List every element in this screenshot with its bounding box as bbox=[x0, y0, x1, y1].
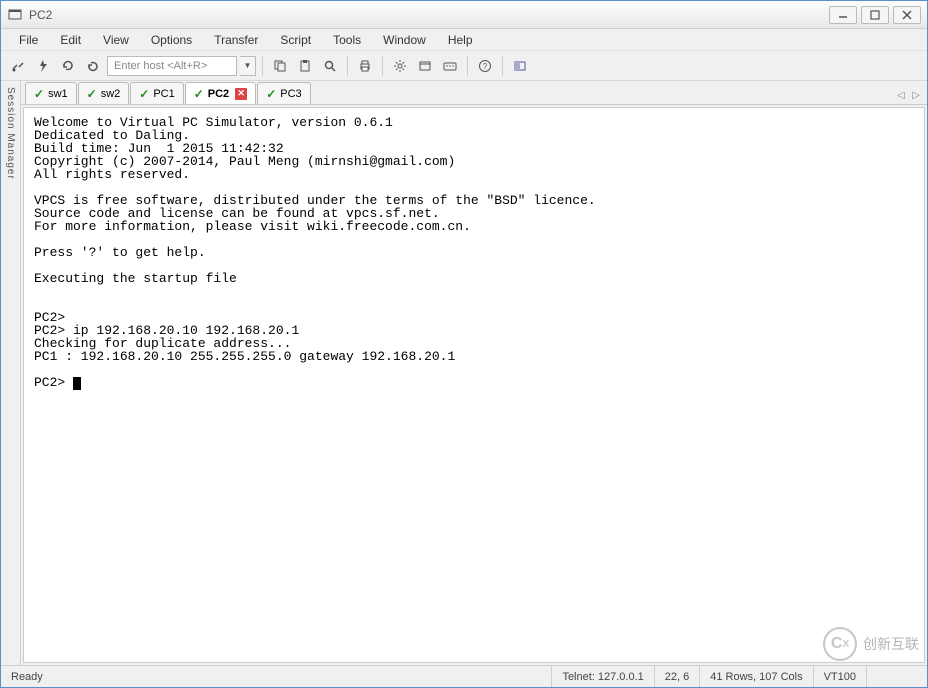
menu-help[interactable]: Help bbox=[438, 31, 483, 49]
menubar: File Edit View Options Transfer Script T… bbox=[1, 29, 927, 51]
toggle-icon[interactable] bbox=[509, 55, 531, 77]
find-icon[interactable] bbox=[319, 55, 341, 77]
tabbar: ✓ sw1 ✓ sw2 ✓ PC1 ✓ PC2 ✕ ✓ bbox=[21, 81, 927, 105]
tab-sw1[interactable]: ✓ sw1 bbox=[25, 82, 77, 104]
status-term: VT100 bbox=[814, 666, 867, 687]
disconnect-icon[interactable] bbox=[82, 55, 104, 77]
paste-icon[interactable] bbox=[294, 55, 316, 77]
status-spacer bbox=[867, 666, 927, 687]
close-button[interactable] bbox=[893, 6, 921, 24]
status-size: 41 Rows, 107 Cols bbox=[700, 666, 813, 687]
app-icon bbox=[7, 7, 23, 23]
tab-label: PC3 bbox=[280, 88, 301, 100]
menu-transfer[interactable]: Transfer bbox=[204, 31, 268, 49]
settings-icon[interactable] bbox=[389, 55, 411, 77]
session-manager-panel[interactable]: Session Manager bbox=[1, 81, 21, 665]
window-title: PC2 bbox=[29, 8, 825, 22]
tab-label: PC1 bbox=[153, 88, 174, 100]
separator bbox=[347, 56, 348, 76]
separator bbox=[502, 56, 503, 76]
copy-icon[interactable] bbox=[269, 55, 291, 77]
maximize-button[interactable] bbox=[861, 6, 889, 24]
app-window: PC2 File Edit View Options Transfer Scri… bbox=[0, 0, 928, 688]
menu-script[interactable]: Script bbox=[270, 31, 321, 49]
tab-sw2[interactable]: ✓ sw2 bbox=[78, 82, 130, 104]
menu-file[interactable]: File bbox=[9, 31, 48, 49]
tab-nav-left-icon[interactable]: ◁ bbox=[894, 86, 908, 104]
session-manager-label: Session Manager bbox=[5, 87, 16, 180]
menu-window[interactable]: Window bbox=[373, 31, 436, 49]
check-icon: ✓ bbox=[194, 87, 204, 101]
status-position: 22, 6 bbox=[655, 666, 700, 687]
cursor-icon bbox=[73, 377, 81, 390]
connect-icon[interactable] bbox=[7, 55, 29, 77]
quick-connect-icon[interactable] bbox=[32, 55, 54, 77]
check-icon: ✓ bbox=[87, 87, 97, 101]
menu-tools[interactable]: Tools bbox=[323, 31, 371, 49]
main-area: ✓ sw1 ✓ sw2 ✓ PC1 ✓ PC2 ✕ ✓ bbox=[21, 81, 927, 665]
tab-label: sw1 bbox=[48, 88, 68, 100]
tab-label: PC2 bbox=[208, 88, 229, 100]
titlebar: PC2 bbox=[1, 1, 927, 29]
check-icon: ✓ bbox=[139, 87, 149, 101]
svg-text:?: ? bbox=[483, 62, 488, 71]
menu-view[interactable]: View bbox=[93, 31, 139, 49]
statusbar: Ready Telnet: 127.0.0.1 22, 6 41 Rows, 1… bbox=[1, 665, 927, 687]
minimize-button[interactable] bbox=[829, 6, 857, 24]
keyboard-icon[interactable] bbox=[439, 55, 461, 77]
window-controls bbox=[825, 6, 921, 24]
tab-pc2[interactable]: ✓ PC2 ✕ bbox=[185, 82, 256, 104]
menu-options[interactable]: Options bbox=[141, 31, 202, 49]
print-icon[interactable] bbox=[354, 55, 376, 77]
check-icon: ✓ bbox=[266, 87, 276, 101]
check-icon: ✓ bbox=[34, 87, 44, 101]
toolbar: Enter host <Alt+R> ▼ ? bbox=[1, 51, 927, 81]
tab-pc1[interactable]: ✓ PC1 bbox=[130, 82, 183, 104]
status-telnet: Telnet: 127.0.0.1 bbox=[552, 666, 654, 687]
tab-label: sw2 bbox=[101, 88, 121, 100]
content-row: Session Manager ✓ sw1 ✓ sw2 ✓ PC1 ✓ PC2 bbox=[1, 81, 927, 665]
separator bbox=[382, 56, 383, 76]
menu-edit[interactable]: Edit bbox=[50, 31, 91, 49]
host-dropdown-icon[interactable]: ▼ bbox=[240, 56, 256, 76]
host-placeholder-text: Enter host <Alt+R> bbox=[114, 60, 207, 72]
status-ready: Ready bbox=[1, 666, 552, 687]
host-input[interactable]: Enter host <Alt+R> bbox=[107, 56, 237, 76]
separator bbox=[467, 56, 468, 76]
close-tab-icon[interactable]: ✕ bbox=[235, 88, 247, 100]
terminal-text: Welcome to Virtual PC Simulator, version… bbox=[34, 115, 596, 390]
session-options-icon[interactable] bbox=[414, 55, 436, 77]
tab-pc3[interactable]: ✓ PC3 bbox=[257, 82, 310, 104]
reconnect-icon[interactable] bbox=[57, 55, 79, 77]
help-icon[interactable]: ? bbox=[474, 55, 496, 77]
tab-nav-right-icon[interactable]: ▷ bbox=[909, 86, 923, 104]
terminal-output[interactable]: Welcome to Virtual PC Simulator, version… bbox=[23, 107, 925, 663]
separator bbox=[262, 56, 263, 76]
